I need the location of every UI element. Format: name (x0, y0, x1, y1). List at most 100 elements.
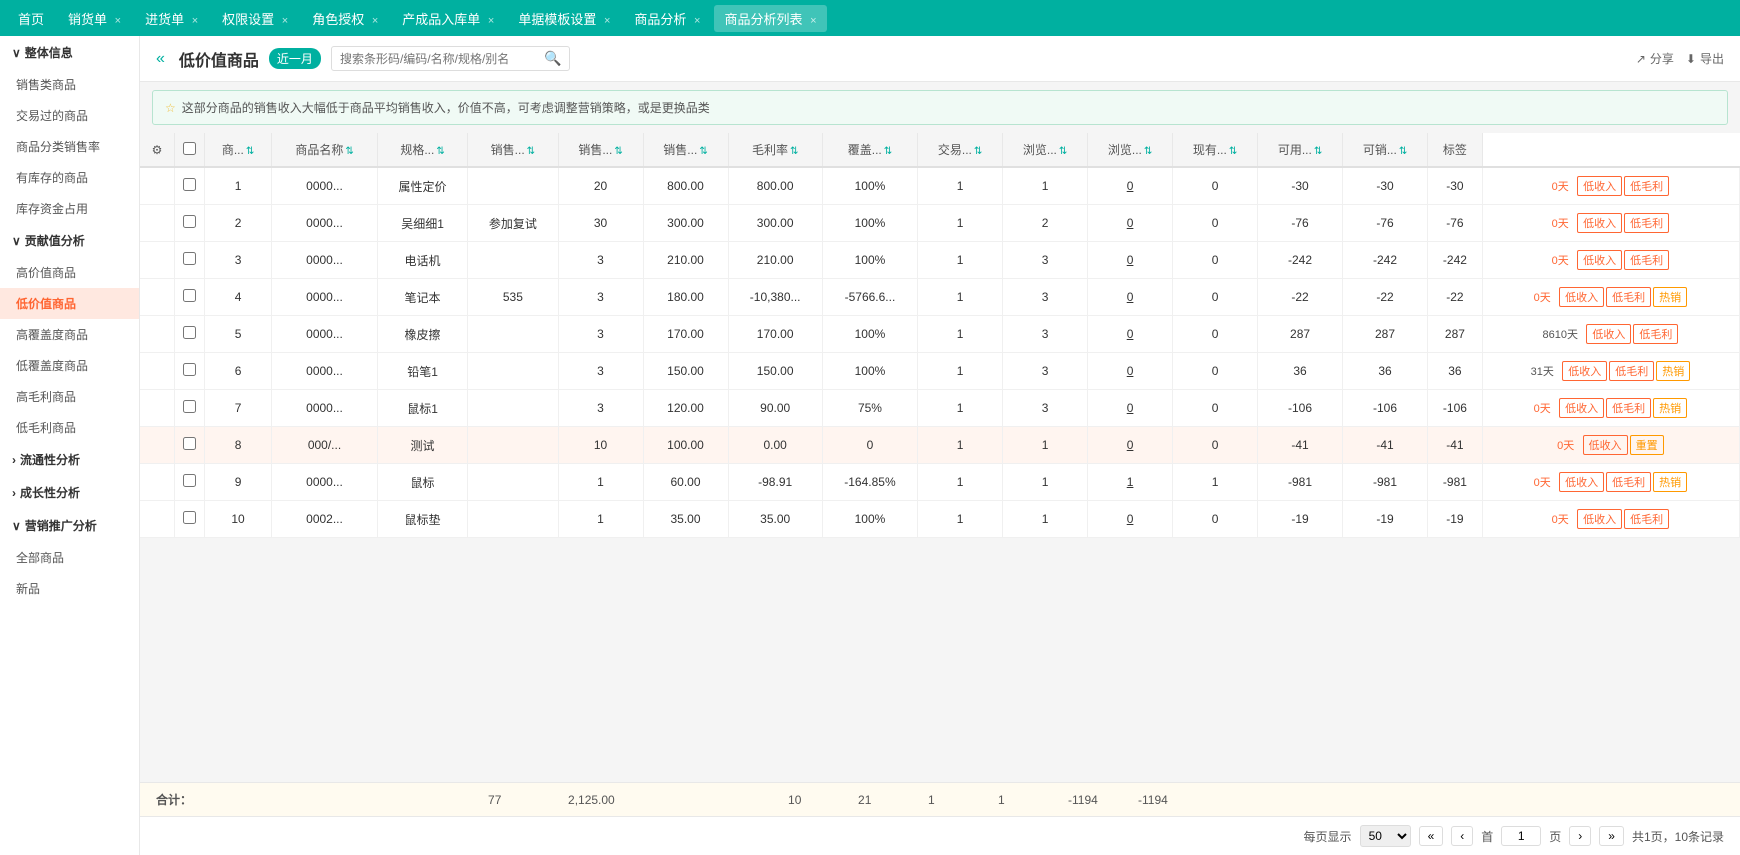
row-checkbox[interactable] (174, 390, 204, 427)
sidebar-item-category-sales-rate[interactable]: 商品分类销售率 (0, 131, 139, 162)
search-input[interactable] (340, 52, 540, 66)
next-page-btn[interactable]: › (1569, 826, 1591, 846)
row-select-checkbox[interactable] (183, 178, 196, 191)
row-select-checkbox[interactable] (183, 511, 196, 524)
prev-page-btn[interactable]: ‹ (1451, 826, 1473, 846)
nav-template-settings[interactable]: 单据模板设置 × (508, 5, 620, 32)
row-browse1[interactable]: 0 (1088, 316, 1173, 353)
sidebar-item-traded-goods[interactable]: 交易过的商品 (0, 100, 139, 131)
col-current[interactable]: 现有...⇅ (1173, 133, 1258, 167)
close-product-storage-icon[interactable]: × (488, 15, 494, 27)
row-checkbox[interactable] (174, 205, 204, 242)
col-code[interactable]: 商...⇅ (204, 133, 271, 167)
row-checkbox[interactable] (174, 464, 204, 501)
row-checkbox[interactable] (174, 427, 204, 464)
browse1-link[interactable]: 0 (1127, 179, 1134, 193)
row-browse1[interactable]: 0 (1088, 205, 1173, 242)
col-saleable[interactable]: 可销...⇅ (1343, 133, 1428, 167)
table-scroll-wrapper[interactable]: ⚙ 商...⇅ 商品名称⇅ 规格...⇅ 销售...⇅ 销售...⇅ 销售...… (140, 133, 1740, 782)
col-sales3[interactable]: 销售...⇅ (643, 133, 728, 167)
first-page-btn[interactable]: « (1419, 826, 1444, 846)
sidebar-item-low-value[interactable]: 低价值商品 (0, 288, 139, 319)
row-checkbox[interactable] (174, 242, 204, 279)
sidebar-group-marketing[interactable]: ∨ 营销推广分析 (0, 509, 139, 542)
browse1-link[interactable]: 0 (1127, 438, 1134, 452)
row-browse1[interactable]: 0 (1088, 501, 1173, 538)
nav-product-analysis[interactable]: 商品分析 × (624, 5, 710, 32)
col-gear[interactable]: ⚙ (140, 133, 174, 167)
close-permission-icon[interactable]: × (282, 15, 288, 27)
row-checkbox[interactable] (174, 279, 204, 316)
sidebar-item-sales-goods[interactable]: 销售类商品 (0, 69, 139, 100)
row-select-checkbox[interactable] (183, 252, 196, 265)
row-checkbox[interactable] (174, 353, 204, 390)
col-browse1[interactable]: 浏览...⇅ (1003, 133, 1088, 167)
nav-home[interactable]: 首页 (8, 5, 54, 32)
sidebar-item-high-coverage[interactable]: 高覆盖度商品 (0, 319, 139, 350)
col-coverage[interactable]: 覆盖...⇅ (822, 133, 917, 167)
row-browse1[interactable]: 0 (1088, 242, 1173, 279)
row-browse1[interactable]: 0 (1088, 353, 1173, 390)
col-gross-margin[interactable]: 毛利率⇅ (728, 133, 822, 167)
row-browse1[interactable]: 0 (1088, 279, 1173, 316)
col-spec[interactable]: 规格...⇅ (377, 133, 467, 167)
date-range-tag[interactable]: 近一月 (269, 48, 321, 69)
col-browse2[interactable]: 浏览...⇅ (1088, 133, 1173, 167)
sidebar-item-stock-capital[interactable]: 库存资金占用 (0, 193, 139, 224)
select-all-checkbox[interactable] (183, 142, 196, 155)
browse1-link[interactable]: 0 (1127, 364, 1134, 378)
col-name[interactable]: 商品名称⇅ (272, 133, 378, 167)
row-select-checkbox[interactable] (183, 326, 196, 339)
nav-sales-order[interactable]: 销货单 × (58, 5, 131, 32)
sidebar-group-growth[interactable]: › 成长性分析 (0, 476, 139, 509)
search-icon[interactable]: 🔍 (544, 50, 561, 67)
nav-role-auth[interactable]: 角色授权 × (302, 5, 388, 32)
row-checkbox[interactable] (174, 316, 204, 353)
sidebar-item-low-profit[interactable]: 低毛利商品 (0, 412, 139, 443)
browse1-link[interactable]: 0 (1127, 512, 1134, 526)
row-browse1[interactable]: 0 (1088, 167, 1173, 205)
col-sales2[interactable]: 销售...⇅ (558, 133, 643, 167)
per-page-select[interactable]: 50 100 200 (1360, 825, 1411, 847)
nav-product-storage[interactable]: 产成品入库单 × (392, 5, 504, 32)
close-role-auth-icon[interactable]: × (372, 15, 378, 27)
browse1-link[interactable]: 1 (1127, 475, 1134, 489)
browse1-link[interactable]: 0 (1127, 216, 1134, 230)
col-available[interactable]: 可用...⇅ (1258, 133, 1343, 167)
col-checkbox[interactable] (174, 133, 204, 167)
row-checkbox[interactable] (174, 501, 204, 538)
sidebar-item-new-goods[interactable]: 新品 (0, 573, 139, 604)
row-browse1[interactable]: 0 (1088, 390, 1173, 427)
share-button[interactable]: ↗ 分享 (1636, 50, 1674, 67)
row-select-checkbox[interactable] (183, 437, 196, 450)
nav-purchase[interactable]: 进货单 × (135, 5, 208, 32)
row-select-checkbox[interactable] (183, 474, 196, 487)
sidebar-item-high-profit[interactable]: 高毛利商品 (0, 381, 139, 412)
row-select-checkbox[interactable] (183, 289, 196, 302)
close-product-analysis-list-icon[interactable]: × (810, 15, 816, 27)
sidebar-collapse-btn[interactable]: « (156, 50, 165, 68)
close-purchase-icon[interactable]: × (192, 15, 198, 27)
col-transaction[interactable]: 交易...⇅ (918, 133, 1003, 167)
browse1-link[interactable]: 0 (1127, 253, 1134, 267)
close-product-analysis-icon[interactable]: × (694, 15, 700, 27)
sidebar-item-high-value[interactable]: 高价值商品 (0, 257, 139, 288)
sidebar-item-low-coverage[interactable]: 低覆盖度商品 (0, 350, 139, 381)
close-template-icon[interactable]: × (604, 15, 610, 27)
page-number-input[interactable] (1501, 826, 1541, 846)
row-browse1[interactable]: 0 (1088, 427, 1173, 464)
col-sales1[interactable]: 销售...⇅ (468, 133, 558, 167)
nav-product-analysis-list[interactable]: 商品分析列表 × (714, 5, 826, 32)
nav-permission[interactable]: 权限设置 × (212, 5, 298, 32)
sidebar-group-contribution[interactable]: ∨ 贡献值分析 (0, 224, 139, 257)
row-select-checkbox[interactable] (183, 363, 196, 376)
row-select-checkbox[interactable] (183, 400, 196, 413)
browse1-link[interactable]: 0 (1127, 401, 1134, 415)
sidebar-item-in-stock-goods[interactable]: 有库存的商品 (0, 162, 139, 193)
close-sales-order-icon[interactable]: × (115, 15, 121, 27)
sidebar-group-circulation[interactable]: › 流通性分析 (0, 443, 139, 476)
row-select-checkbox[interactable] (183, 215, 196, 228)
row-browse1[interactable]: 1 (1088, 464, 1173, 501)
row-checkbox[interactable] (174, 167, 204, 205)
sidebar-group-overall[interactable]: ∨ 整体信息 (0, 36, 139, 69)
